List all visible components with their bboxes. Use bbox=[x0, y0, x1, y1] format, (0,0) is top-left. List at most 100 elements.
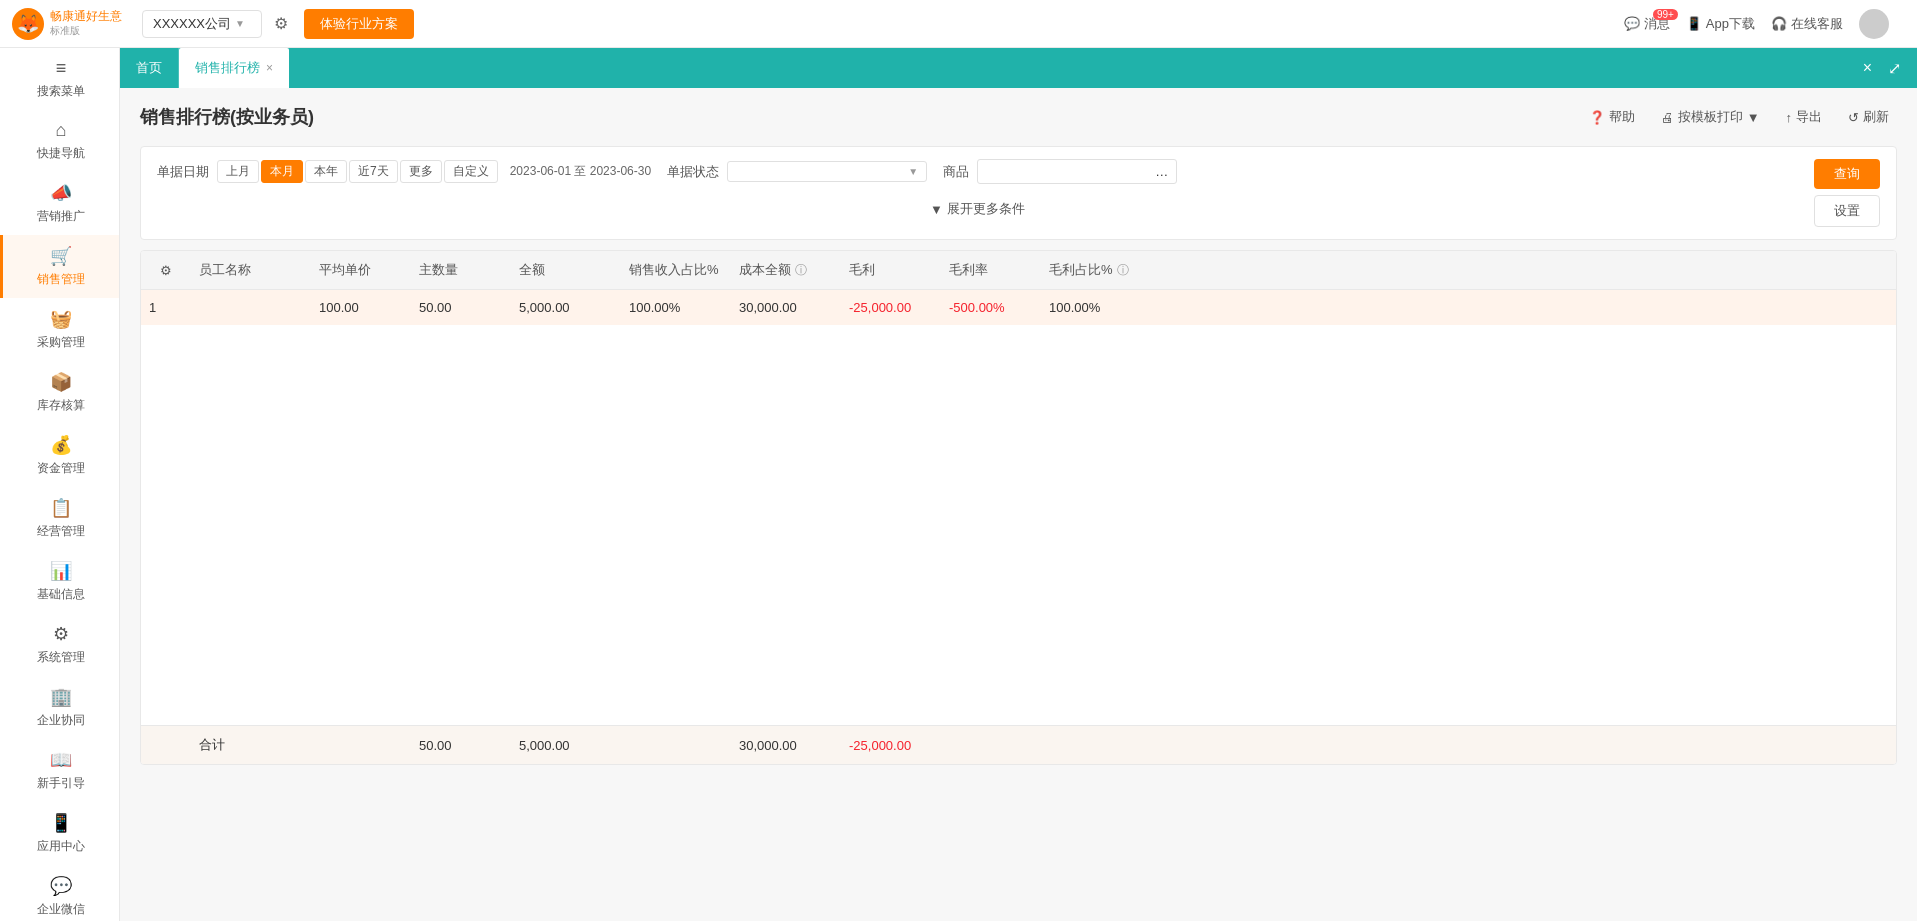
trial-button[interactable]: 体验行业方案 bbox=[304, 9, 414, 39]
filter-action-buttons: 查询 设置 bbox=[1798, 159, 1880, 227]
date-btn-more[interactable]: 更多 bbox=[400, 160, 442, 183]
tab-home[interactable]: 首页 bbox=[120, 48, 179, 88]
finance-icon: 💰 bbox=[50, 434, 72, 456]
help-button[interactable]: ❓ 帮助 bbox=[1581, 104, 1643, 130]
chevron-down-icon: ▼ bbox=[235, 18, 245, 29]
th-gross: 毛利 bbox=[841, 251, 941, 289]
date-btn-7days[interactable]: 近7天 bbox=[349, 160, 398, 183]
export-label: 导出 bbox=[1796, 108, 1822, 126]
sidebar-item-new-guide[interactable]: 📖 新手引导 bbox=[0, 739, 119, 802]
th-sales-pct-label: 销售收入占比% bbox=[629, 261, 719, 279]
table-footer: 合计 50.00 5,000.00 30,000.00 -25,000.00 bbox=[141, 725, 1896, 764]
tab-maximize-icon[interactable]: ⤢ bbox=[1884, 55, 1905, 82]
tf-gross-pct-empty bbox=[1041, 726, 1141, 764]
table-row: 1 100.00 50.00 5,000.00 100.00% 30,000.0… bbox=[141, 290, 1896, 325]
sidebar-item-base-info[interactable]: 📊 基础信息 bbox=[0, 550, 119, 613]
sidebar-item-label: 企业协同 bbox=[37, 712, 85, 729]
sidebar-item-search-order[interactable]: ≡ 搜索菜单 bbox=[0, 48, 119, 110]
tf-qty: 50.00 bbox=[411, 726, 511, 764]
tf-avg-price-empty bbox=[311, 726, 411, 764]
td-gross-pct: 100.00% bbox=[1041, 290, 1141, 325]
sidebar-item-app-center[interactable]: 📱 应用中心 bbox=[0, 802, 119, 865]
query-button[interactable]: 查询 bbox=[1814, 159, 1880, 189]
status-chevron-icon: ▼ bbox=[908, 166, 918, 177]
tf-amount: 5,000.00 bbox=[511, 726, 621, 764]
sidebar-item-enterprise-collab[interactable]: 🏢 企业协同 bbox=[0, 676, 119, 739]
sidebar-item-enterprise-wechat[interactable]: 💬 企业微信 bbox=[0, 865, 119, 921]
print-button[interactable]: 🖨 按模板打印 ▼ bbox=[1653, 104, 1768, 130]
table-settings-icon[interactable]: ⚙ bbox=[160, 263, 172, 278]
avatar[interactable] bbox=[1859, 9, 1889, 39]
th-extra bbox=[1141, 251, 1896, 289]
sidebar-item-purchase-mgmt[interactable]: 🧺 采购管理 bbox=[0, 298, 119, 361]
tf-extra bbox=[1141, 726, 1896, 764]
th-name-label: 员工名称 bbox=[199, 261, 251, 279]
th-settings: ⚙ bbox=[141, 251, 191, 289]
online-service-btn[interactable]: 🎧 在线客服 bbox=[1771, 15, 1843, 33]
page-actions: ❓ 帮助 🖨 按模板打印 ▼ ↑ 导出 bbox=[1581, 104, 1897, 130]
top-right-actions: 💬 消息 99+ 📱 App下载 🎧 在线客服 bbox=[1624, 9, 1905, 39]
top-settings-icon[interactable]: ⚙ bbox=[270, 10, 292, 37]
th-avg-price: 平均单价 bbox=[311, 251, 411, 289]
date-btn-last-month[interactable]: 上月 bbox=[217, 160, 259, 183]
td-rank: 1 bbox=[141, 290, 191, 325]
help-icon: ❓ bbox=[1589, 110, 1605, 125]
td-gross: -25,000.00 bbox=[841, 290, 941, 325]
goods-input[interactable]: … bbox=[977, 159, 1177, 184]
date-btn-custom[interactable]: 自定义 bbox=[444, 160, 498, 183]
app-download-icon: 📱 bbox=[1686, 16, 1702, 31]
top-bar: 🦊 畅康通好生意 标准版 XXXXXX公司 ▼ ⚙ 体验行业方案 💬 消息 99… bbox=[0, 0, 1917, 48]
refresh-button[interactable]: ↺ 刷新 bbox=[1840, 104, 1897, 130]
td-qty: 50.00 bbox=[411, 290, 511, 325]
th-gross-rate: 毛利率 bbox=[941, 251, 1041, 289]
home-icon: ⌂ bbox=[56, 120, 67, 141]
message-btn[interactable]: 💬 消息 99+ bbox=[1624, 15, 1670, 33]
th-gross-label: 毛利 bbox=[849, 261, 875, 279]
company-selector[interactable]: XXXXXX公司 ▼ bbox=[142, 10, 262, 38]
tab-sales-ranking[interactable]: 销售排行榜 × bbox=[179, 48, 289, 88]
export-button[interactable]: ↑ 导出 bbox=[1778, 104, 1831, 130]
sidebar-item-label: 快捷导航 bbox=[37, 145, 85, 162]
gross-pct-info-icon[interactable]: ⓘ bbox=[1117, 262, 1129, 279]
sidebar-item-operations[interactable]: 📋 经营管理 bbox=[0, 487, 119, 550]
filter-settings-button[interactable]: 设置 bbox=[1814, 195, 1880, 227]
date-btn-this-month[interactable]: 本月 bbox=[261, 160, 303, 183]
sidebar-item-finance[interactable]: 💰 资金管理 bbox=[0, 424, 119, 487]
status-select[interactable]: ▼ bbox=[727, 161, 927, 182]
sys-mgmt-icon: ⚙ bbox=[53, 623, 69, 645]
sidebar-item-quick-nav[interactable]: ⌂ 快捷导航 bbox=[0, 110, 119, 172]
message-badge: 99+ bbox=[1653, 9, 1678, 20]
tf-cost: 30,000.00 bbox=[731, 726, 841, 764]
status-filter-item: 单据状态 ▼ bbox=[667, 161, 927, 182]
sidebar-item-label: 销售管理 bbox=[37, 271, 85, 288]
th-sales-pct: 销售收入占比% bbox=[621, 251, 731, 289]
main-area: ≡ 搜索菜单 ⌂ 快捷导航 📣 营销推广 🛒 销售管理 🧺 采购管理 📦 库 bbox=[0, 48, 1917, 921]
table-header: ⚙ 员工名称 平均单价 主数量 bbox=[141, 251, 1896, 290]
collab-icon: 🏢 bbox=[50, 686, 72, 708]
sidebar-item-marketing[interactable]: 📣 营销推广 bbox=[0, 172, 119, 235]
sidebar-item-label: 新手引导 bbox=[37, 775, 85, 792]
expand-more-btn[interactable]: ▼ 展开更多条件 bbox=[930, 200, 1025, 218]
tab-close-window-icon[interactable]: × bbox=[1859, 55, 1876, 81]
app-download-btn[interactable]: 📱 App下载 bbox=[1686, 15, 1755, 33]
wechat-icon: 💬 bbox=[50, 875, 72, 897]
filter-row-1: 单据日期 上月 本月 本年 近7天 更多 自定义 bbox=[157, 159, 1798, 184]
operations-icon: 📋 bbox=[50, 497, 72, 519]
sidebar-item-sales-mgmt[interactable]: 🛒 销售管理 bbox=[0, 235, 119, 298]
tf-empty bbox=[141, 726, 191, 764]
date-btn-this-year[interactable]: 本年 bbox=[305, 160, 347, 183]
tab-close-icon[interactable]: × bbox=[266, 61, 273, 75]
filter-main-row: 单据日期 上月 本月 本年 近7天 更多 自定义 bbox=[157, 159, 1880, 227]
expand-row: ▼ 展开更多条件 bbox=[157, 192, 1798, 218]
tab-active-label: 销售排行榜 bbox=[195, 59, 260, 77]
th-cost-label: 成本全额 bbox=[739, 261, 791, 279]
sidebar-item-sys-mgmt[interactable]: ⚙ 系统管理 bbox=[0, 613, 119, 676]
cost-info-icon[interactable]: ⓘ bbox=[795, 262, 807, 279]
refresh-label: 刷新 bbox=[1863, 108, 1889, 126]
tab-bar: 首页 销售排行榜 × × ⤢ bbox=[120, 48, 1917, 88]
sidebar-item-label: 资金管理 bbox=[37, 460, 85, 477]
sidebar-item-inventory[interactable]: 📦 库存核算 bbox=[0, 361, 119, 424]
logo-icon: 🦊 bbox=[12, 8, 44, 40]
content-area: 首页 销售排行榜 × × ⤢ 销售排行榜(按业务员) bbox=[120, 48, 1917, 921]
page-title-row: 销售排行榜(按业务员) ❓ 帮助 🖨 按模板打印 ▼ bbox=[140, 104, 1897, 130]
